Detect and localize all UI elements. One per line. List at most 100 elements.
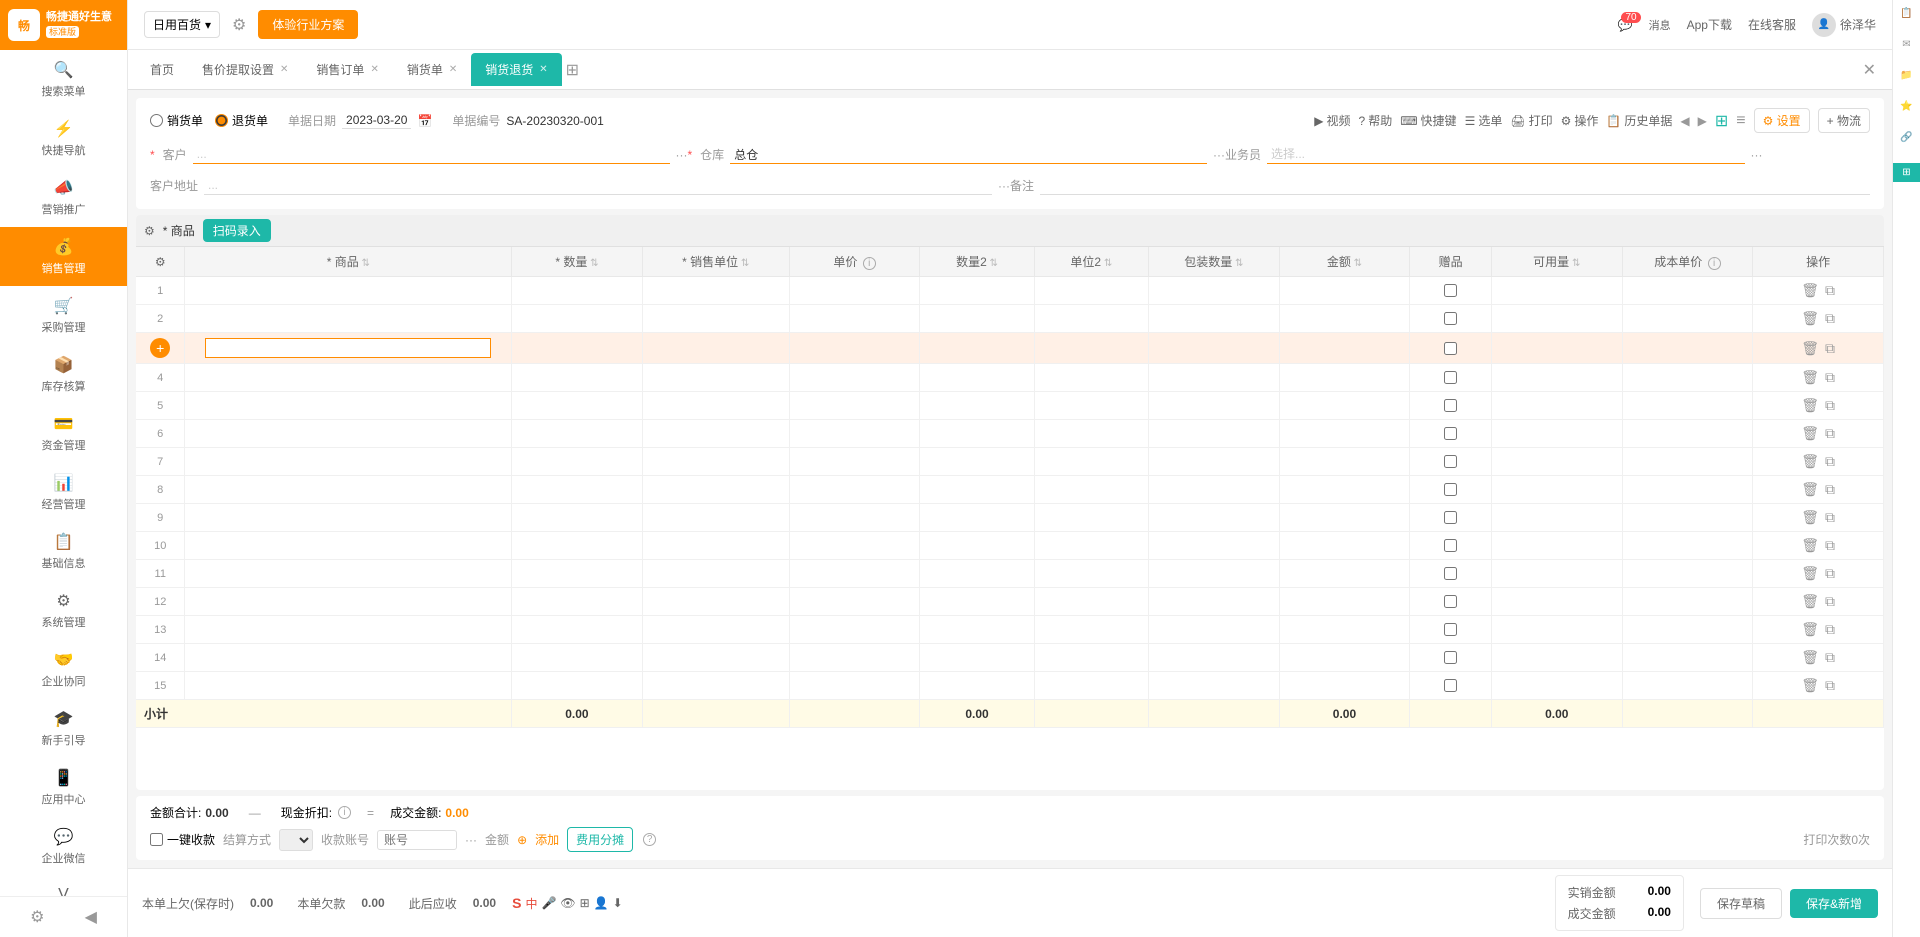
qty2-cell-2[interactable]	[920, 305, 1034, 333]
qty-cell-5[interactable]	[512, 392, 643, 420]
tab-close-4[interactable]: ✕	[539, 64, 547, 75]
unit2-cell-3[interactable]	[1034, 333, 1148, 364]
available-cell-6[interactable]	[1491, 420, 1622, 448]
gift-checkbox-4[interactable]	[1444, 371, 1457, 384]
amount-cell-5[interactable]	[1279, 392, 1410, 420]
help-action[interactable]: ? 帮助	[1359, 112, 1393, 129]
grid-icon[interactable]: ⊞	[580, 896, 590, 910]
calendar-icon[interactable]: 📅	[417, 114, 432, 128]
sidebar-item-9[interactable]: ⚙系统管理	[0, 581, 127, 640]
available-cell-9[interactable]	[1491, 504, 1622, 532]
sidebar-item-0[interactable]: 🔍搜索菜单	[0, 50, 127, 109]
pack-qty-cell-7[interactable]	[1149, 448, 1280, 476]
one-click-pay-input[interactable]	[150, 833, 163, 846]
sidebar-item-7[interactable]: 📊经营管理	[0, 463, 127, 522]
address-more-icon[interactable]: ···	[998, 179, 1010, 193]
address-input[interactable]	[204, 176, 992, 195]
qty2-cell-10[interactable]	[920, 532, 1034, 560]
add-payment-btn[interactable]: 添加	[535, 831, 559, 848]
delete-icon-4[interactable]: 🗑	[1801, 369, 1819, 386]
sidebar-item-3[interactable]: 💰销售管理	[0, 227, 127, 286]
cost-cell-13[interactable]	[1622, 616, 1753, 644]
trial-button[interactable]: 体验行业方案	[258, 10, 358, 39]
video-action[interactable]: ▶ 视频	[1314, 112, 1350, 129]
table-settings-icon[interactable]: ⚙	[144, 224, 155, 238]
customer-more-icon[interactable]: ···	[676, 148, 688, 162]
qty-cell-13[interactable]	[512, 616, 643, 644]
cost-cell-6[interactable]	[1622, 420, 1753, 448]
qty-cell-2[interactable]	[512, 305, 643, 333]
col-settings[interactable]: ⚙	[136, 247, 185, 277]
save-new-button[interactable]: 保存&新增	[1790, 889, 1878, 918]
right-panel-active-item[interactable]: ⊞	[1893, 163, 1920, 182]
copy-icon-3[interactable]: ⧉	[1825, 340, 1835, 357]
product-cell-13[interactable]	[185, 616, 512, 644]
delete-icon-8[interactable]: 🗑	[1801, 481, 1819, 498]
delete-icon-1[interactable]: 🗑	[1801, 282, 1819, 299]
pack-qty-cell-1[interactable]	[1149, 277, 1280, 305]
unit-price-cell-5[interactable]	[789, 392, 920, 420]
add-payment-icon[interactable]: ⊕	[517, 833, 527, 847]
gift-checkbox-7[interactable]	[1444, 455, 1457, 468]
amount-cell-8[interactable]	[1279, 476, 1410, 504]
unit2-cell-7[interactable]	[1034, 448, 1148, 476]
product-cell-14[interactable]	[185, 644, 512, 672]
sale-unit-cell-14[interactable]	[642, 644, 789, 672]
app-download-link[interactable]: App下载	[1687, 16, 1732, 33]
amount-cell-9[interactable]	[1279, 504, 1410, 532]
pack-qty-cell-4[interactable]	[1149, 364, 1280, 392]
unit-price-info-icon[interactable]: i	[863, 257, 876, 270]
prev-icon[interactable]: ◀	[1680, 114, 1689, 128]
sidebar-item-5[interactable]: 📦库存核算	[0, 345, 127, 404]
unit2-cell-14[interactable]	[1034, 644, 1148, 672]
mic-icon[interactable]: 🎤	[541, 896, 556, 910]
customer-input[interactable]	[193, 145, 670, 164]
product-cell-8[interactable]	[185, 476, 512, 504]
fee-split-button[interactable]: 费用分摊	[567, 827, 633, 852]
sale-unit-cell-13[interactable]	[642, 616, 789, 644]
product-cell-4[interactable]	[185, 364, 512, 392]
product-cell-11[interactable]	[185, 560, 512, 588]
unit-price-cell-10[interactable]	[789, 532, 920, 560]
sidebar-item-11[interactable]: 🎓新手引导	[0, 699, 127, 758]
sidebar-collapse-icon[interactable]: ◀	[85, 907, 97, 927]
amount-cell-14[interactable]	[1279, 644, 1410, 672]
cost-cell-8[interactable]	[1622, 476, 1753, 504]
unit-price-cell-7[interactable]	[789, 448, 920, 476]
sidebar-item-6[interactable]: 💳资金管理	[0, 404, 127, 463]
product-cell-12[interactable]	[185, 588, 512, 616]
cost-price-info-icon[interactable]: i	[1708, 257, 1721, 270]
gift-checkbox-11[interactable]	[1444, 567, 1457, 580]
right-panel-folder[interactable]: 📁	[1900, 70, 1912, 81]
unit2-cell-10[interactable]	[1034, 532, 1148, 560]
unit2-cell-1[interactable]	[1034, 277, 1148, 305]
qty-cell-14[interactable]	[512, 644, 643, 672]
gift-checkbox-2[interactable]	[1444, 312, 1457, 325]
sale-unit-cell-12[interactable]	[642, 588, 789, 616]
history-action[interactable]: 📋 历史单据	[1606, 112, 1672, 129]
copy-icon-4[interactable]: ⧉	[1825, 369, 1835, 386]
available-cell-4[interactable]	[1491, 364, 1622, 392]
sidebar-item-1[interactable]: ⚡快捷导航	[0, 109, 127, 168]
cost-cell-4[interactable]	[1622, 364, 1753, 392]
qty-cell-10[interactable]	[512, 532, 643, 560]
sidebar-item-12[interactable]: 📱应用中心	[0, 758, 127, 817]
pack-qty-cell-12[interactable]	[1149, 588, 1280, 616]
sale-unit-cell-4[interactable]	[642, 364, 789, 392]
available-cell-8[interactable]	[1491, 476, 1622, 504]
product-cell-6[interactable]	[185, 420, 512, 448]
operate-action[interactable]: ⚙ 操作	[1561, 112, 1599, 129]
gift-checkbox-8[interactable]	[1444, 483, 1457, 496]
tab-4[interactable]: 销货退货✕	[471, 53, 561, 86]
qty2-cell-1[interactable]	[920, 277, 1034, 305]
print-action[interactable]: 🖨 打印	[1510, 112, 1552, 129]
gift-checkbox-6[interactable]	[1444, 427, 1457, 440]
copy-icon-15[interactable]: ⧉	[1825, 677, 1835, 694]
qty-cell-11[interactable]	[512, 560, 643, 588]
qty2-cell-11[interactable]	[920, 560, 1034, 588]
gift-checkbox-3[interactable]	[1444, 342, 1457, 355]
topbar-gear-icon[interactable]: ⚙	[232, 15, 246, 35]
pack-qty-cell-5[interactable]	[1149, 392, 1280, 420]
staff-input[interactable]	[1267, 145, 1744, 164]
available-cell-2[interactable]	[1491, 305, 1622, 333]
